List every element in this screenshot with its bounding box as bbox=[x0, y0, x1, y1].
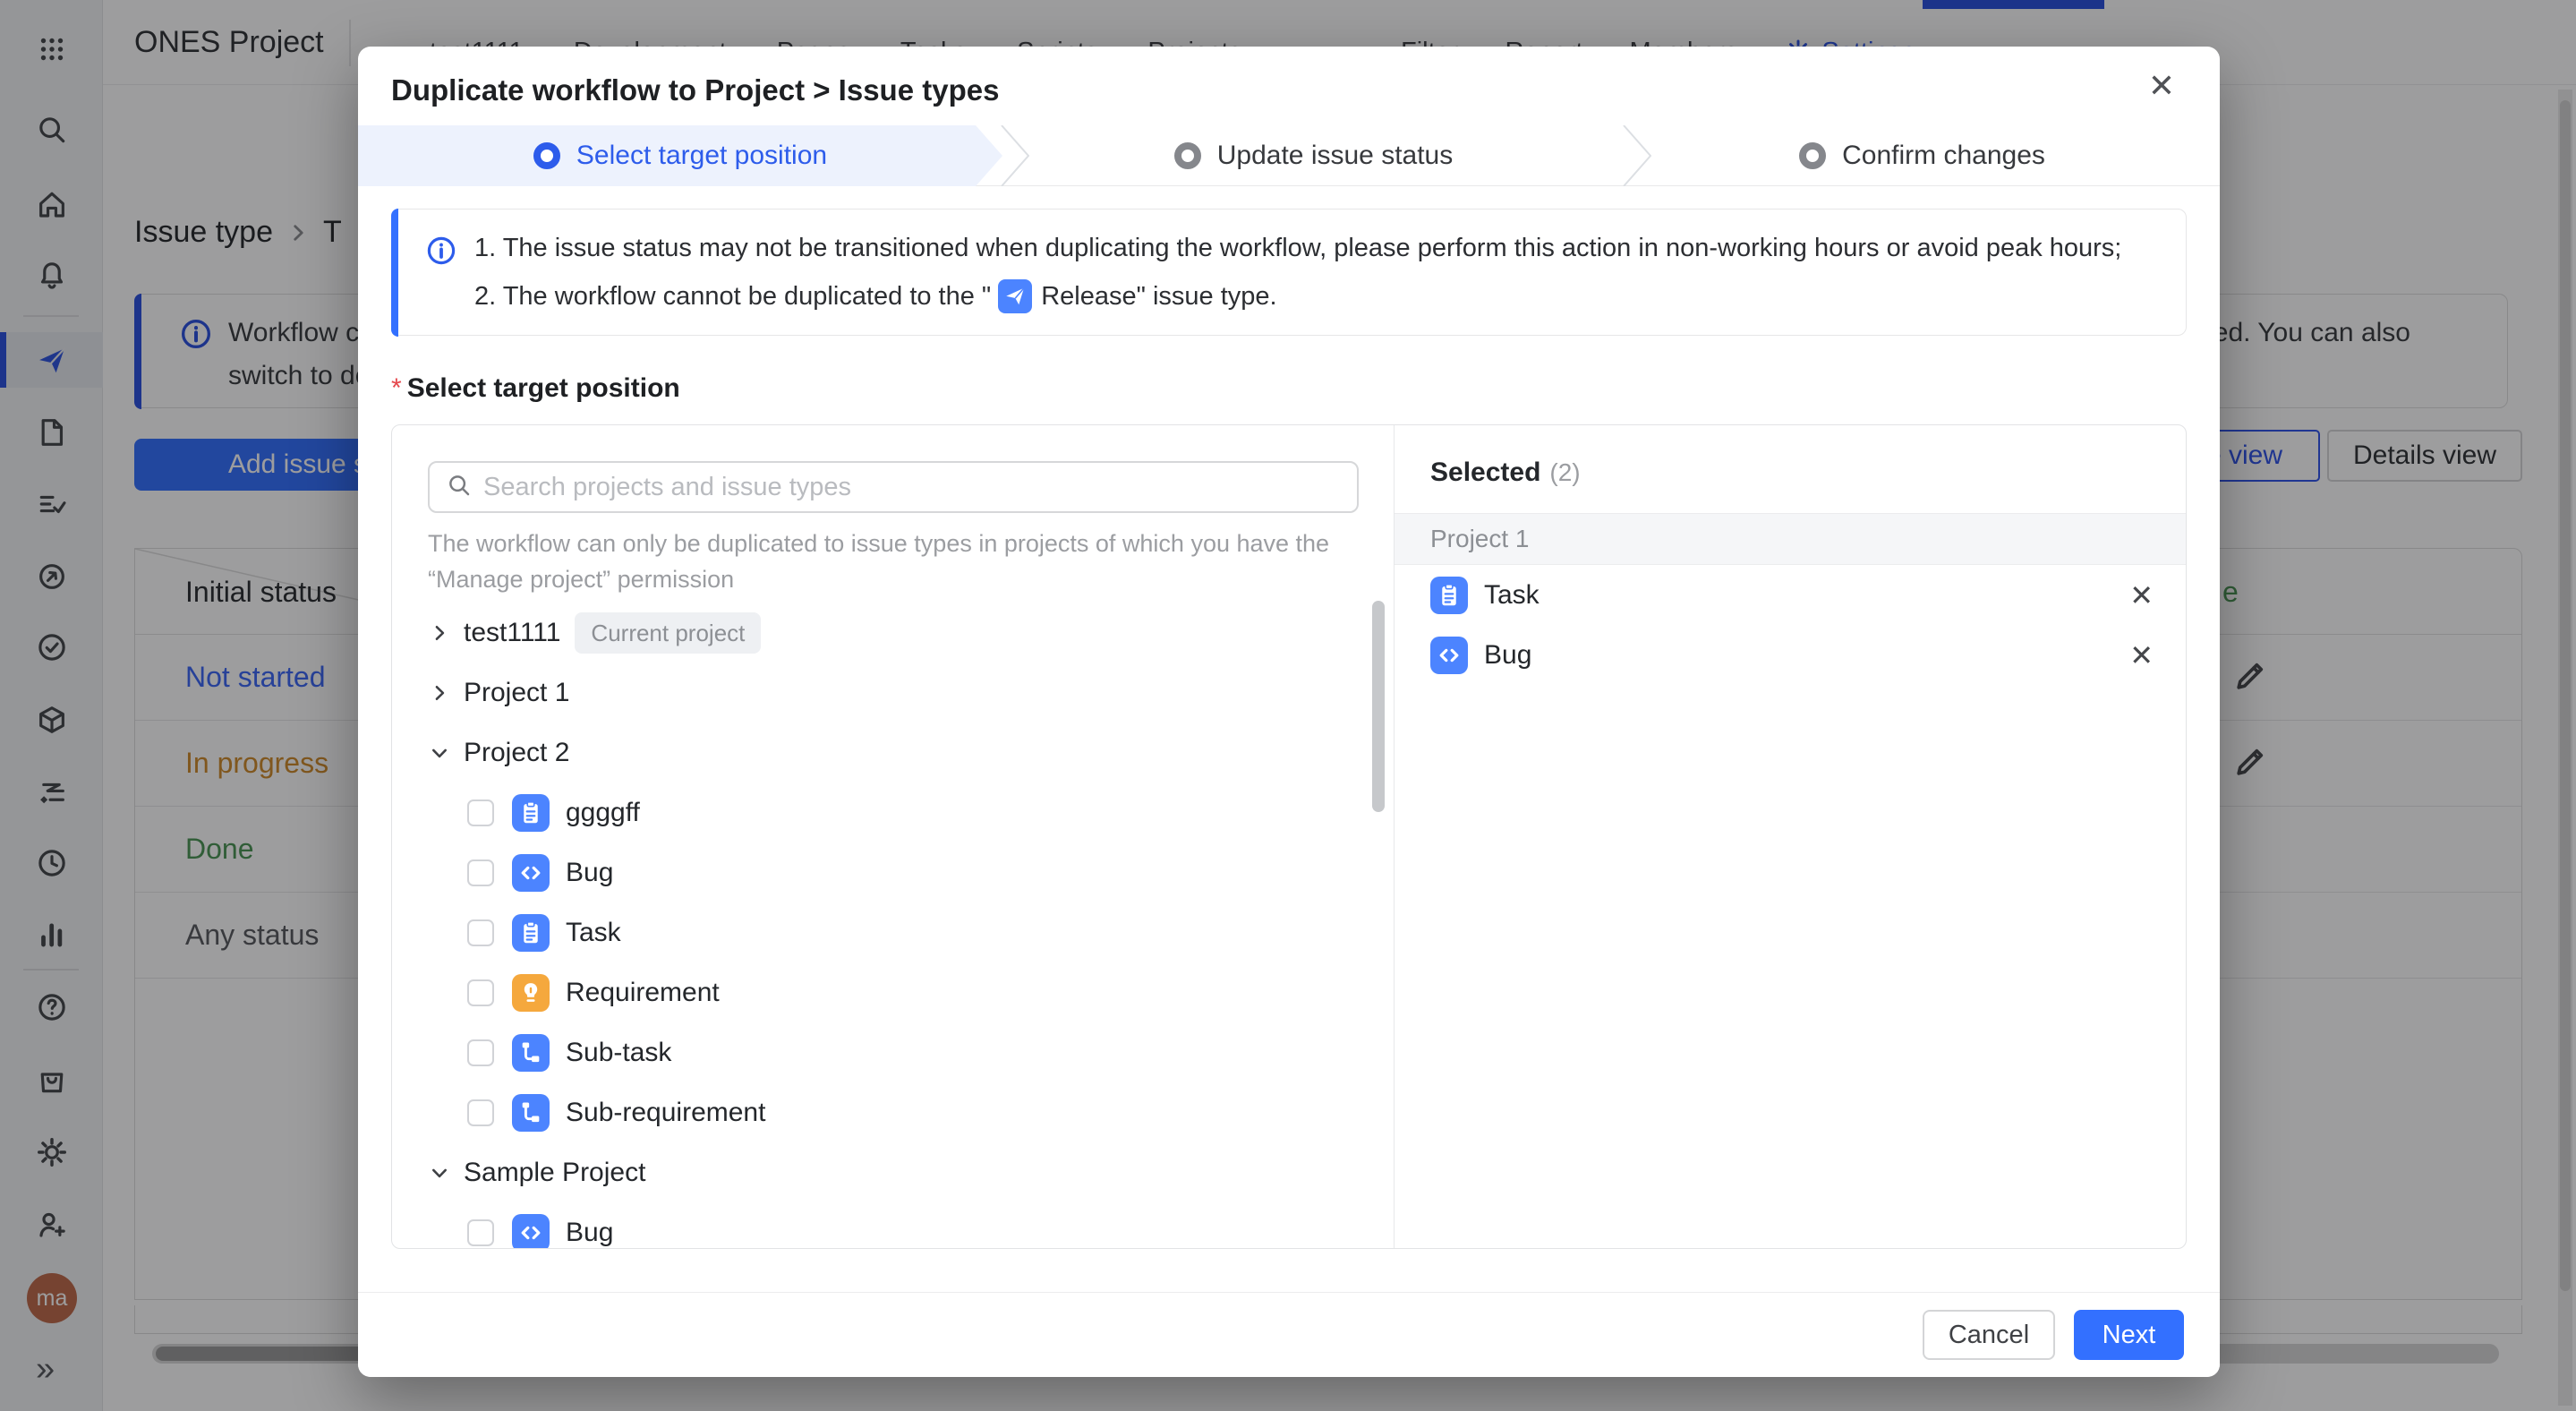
selected-header: Selected (2) bbox=[1395, 425, 2186, 488]
subtask-icon bbox=[512, 1093, 550, 1132]
tree-scrollbar-thumb[interactable] bbox=[1372, 601, 1385, 812]
project-label: Sample Project bbox=[464, 1157, 646, 1187]
selected-item-label: Bug bbox=[1484, 639, 1532, 670]
bug-icon bbox=[512, 1213, 550, 1248]
checkbox[interactable] bbox=[467, 1219, 494, 1246]
required-asterisk: * bbox=[391, 373, 402, 403]
selected-count: (2) bbox=[1549, 458, 1581, 486]
duplicate-workflow-modal: Duplicate workflow to Project > Issue ty… bbox=[358, 47, 2220, 1377]
project-tree: test1111 Current project Project 1 Project … bbox=[428, 603, 1358, 1248]
tree-issue-type-row[interactable]: ggggff bbox=[428, 782, 1358, 842]
tree-issue-type-row[interactable]: Bug bbox=[428, 1202, 1358, 1248]
field-label: * Select target position bbox=[391, 369, 2187, 408]
task-icon bbox=[512, 913, 550, 952]
release-icon bbox=[998, 279, 1033, 313]
step-1[interactable]: Select target position bbox=[358, 125, 1002, 186]
checkbox[interactable] bbox=[467, 1099, 494, 1126]
bug-icon bbox=[1430, 636, 1468, 674]
modal-title: Duplicate workflow to Project > Issue ty… bbox=[391, 73, 1000, 107]
project-label: test1111 bbox=[464, 617, 561, 647]
checkbox[interactable] bbox=[467, 799, 494, 826]
duplicate-notice: 1. The issue status may not be transitio… bbox=[390, 208, 2187, 337]
project-label: Project 1 bbox=[464, 677, 570, 707]
selected-item-label: Task bbox=[1484, 579, 1540, 610]
step-separator-chevron bbox=[1623, 124, 1652, 187]
subtask-icon bbox=[512, 1033, 550, 1072]
step-label: Update issue status bbox=[1216, 141, 1454, 170]
close-icon[interactable]: ✕ bbox=[2148, 70, 2175, 102]
selected-group-header: Project 1 bbox=[1395, 513, 2186, 565]
step-status-icon bbox=[1173, 142, 1201, 169]
chevron-down-icon[interactable] bbox=[428, 1161, 451, 1184]
step-indicator: Select target position Update issue statu… bbox=[358, 124, 2220, 187]
notice-line-1: 1. The issue status may not be transitio… bbox=[474, 234, 2122, 262]
cancel-button[interactable]: Cancel bbox=[1923, 1310, 2055, 1360]
tree-project-row[interactable]: Project 1 bbox=[428, 663, 1358, 723]
search-box bbox=[428, 461, 1359, 513]
search-icon bbox=[446, 472, 473, 503]
field-label-text: Select target position bbox=[406, 373, 680, 403]
step-status-icon bbox=[1799, 142, 1827, 169]
task-icon bbox=[512, 793, 550, 832]
notice-line-2: 2. The workflow cannot be duplicated to … bbox=[474, 279, 1277, 313]
selected-item-row: Task ✕ bbox=[1395, 565, 2186, 625]
issue-type-label: Sub-task bbox=[566, 1037, 672, 1067]
selected-panel: Selected (2) Project 1 Task ✕ Bug ✕ bbox=[1395, 425, 2186, 1248]
checkbox[interactable] bbox=[467, 919, 494, 946]
tree-issue-type-row[interactable]: Bug bbox=[428, 842, 1358, 902]
issue-type-label: Bug bbox=[566, 857, 614, 887]
step-status-icon bbox=[533, 142, 560, 169]
checkbox[interactable] bbox=[467, 979, 494, 1006]
remove-icon[interactable]: ✕ bbox=[2129, 581, 2154, 610]
tree-project-row[interactable]: Sample Project bbox=[428, 1142, 1358, 1202]
next-button[interactable]: Next bbox=[2074, 1310, 2184, 1360]
step-label: Select target position bbox=[576, 141, 828, 170]
tree-issue-type-row[interactable]: Sub-requirement bbox=[428, 1082, 1358, 1142]
issue-type-label: Bug bbox=[566, 1217, 614, 1247]
info-icon bbox=[424, 234, 458, 268]
issue-type-label: Requirement bbox=[566, 977, 720, 1007]
chevron-down-icon[interactable] bbox=[428, 741, 451, 765]
permission-helper-text: The workflow can only be duplicated to i… bbox=[428, 530, 1330, 593]
tree-issue-type-row[interactable]: Requirement bbox=[428, 962, 1358, 1022]
chevron-right-icon[interactable] bbox=[428, 621, 451, 645]
step-separator-chevron bbox=[1001, 124, 1030, 187]
modal-footer: Cancel Next bbox=[358, 1292, 2220, 1377]
selected-item-row: Bug ✕ bbox=[1395, 625, 2186, 685]
issue-type-label: Sub-requirement bbox=[566, 1097, 766, 1127]
project-label: Project 2 bbox=[464, 737, 570, 767]
tree-project-row[interactable]: Project 2 bbox=[428, 723, 1358, 782]
issue-type-label: Task bbox=[566, 917, 621, 947]
checkbox[interactable] bbox=[467, 1039, 494, 1066]
issue-type-label: ggggff bbox=[566, 797, 640, 827]
bug-icon bbox=[512, 853, 550, 892]
step-label: Confirm changes bbox=[1842, 141, 2045, 170]
task-icon bbox=[1430, 576, 1468, 614]
notice-line-2-suffix: Release" issue type. bbox=[1041, 281, 1277, 311]
notice-line-2-prefix: 2. The workflow cannot be duplicated to … bbox=[474, 281, 992, 311]
remove-icon[interactable]: ✕ bbox=[2129, 641, 2154, 670]
current-project-badge: Current project bbox=[575, 611, 762, 654]
selected-title: Selected bbox=[1430, 458, 1541, 487]
target-selector: The workflow can only be duplicated to i… bbox=[391, 424, 2187, 1249]
search-input[interactable] bbox=[483, 472, 1341, 502]
step-2[interactable]: Update issue status bbox=[1002, 125, 1625, 186]
requirement-icon bbox=[512, 973, 550, 1012]
tree-issue-type-row[interactable]: Sub-task bbox=[428, 1022, 1358, 1082]
checkbox[interactable] bbox=[467, 859, 494, 886]
tree-project-row[interactable]: test1111 Current project bbox=[428, 603, 1358, 663]
tree-issue-type-row[interactable]: Task bbox=[428, 902, 1358, 962]
chevron-right-icon[interactable] bbox=[428, 681, 451, 705]
project-tree-panel: The workflow can only be duplicated to i… bbox=[392, 425, 1395, 1248]
step-3[interactable]: Confirm changes bbox=[1625, 125, 2220, 186]
